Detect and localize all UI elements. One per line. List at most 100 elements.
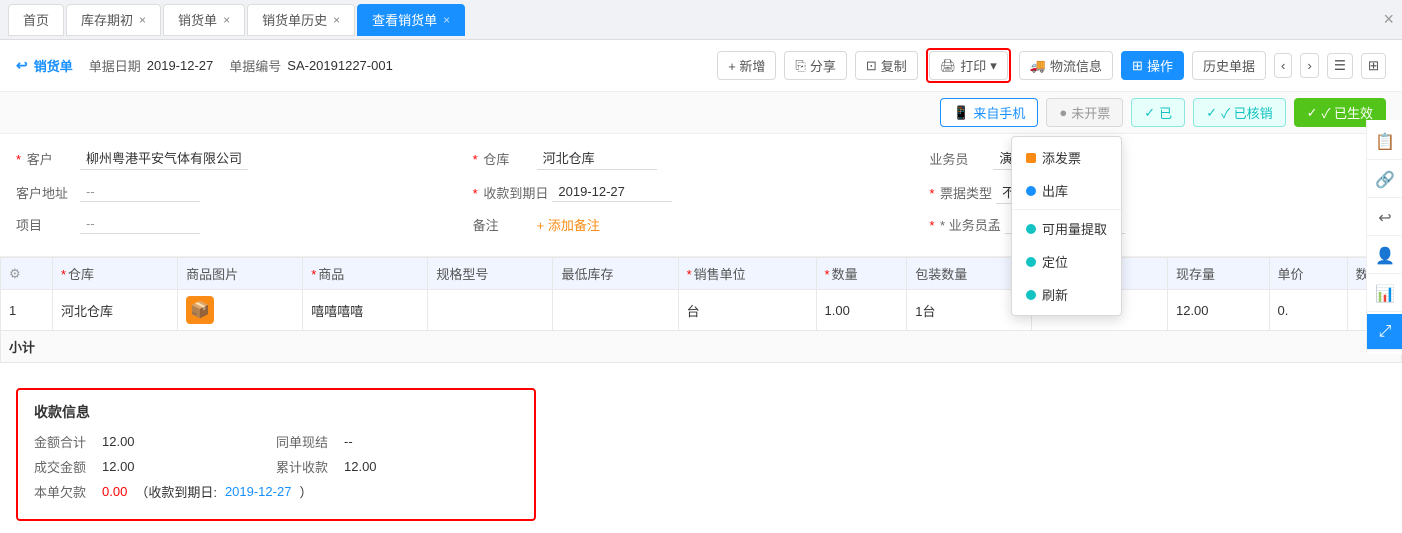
payment-date-field: * 收款到期日 2019-12-27 [473, 182, 930, 202]
not-open-button[interactable]: ● 未开票 [1046, 98, 1123, 127]
outbound-dot [1026, 186, 1036, 196]
locate-item[interactable]: 定位 [1012, 245, 1121, 278]
payment-date-label-text: 收款到期日 [483, 186, 548, 201]
payment-date-value[interactable]: 2019-12-27 [552, 182, 672, 202]
project-value[interactable]: -- [80, 214, 200, 234]
operations-button[interactable]: ⊞ 操作 [1121, 51, 1184, 80]
from-phone-button[interactable]: 📱 来自手机 [940, 98, 1038, 127]
tab-inventory-close[interactable]: × [139, 13, 146, 27]
view-list-button[interactable]: ☰ [1327, 53, 1353, 79]
history-button[interactable]: 历史单据 [1192, 51, 1266, 80]
sidebar-link-icon[interactable]: 🔗 [1367, 162, 1402, 198]
tab-inventory[interactable]: 库存期初 × [66, 4, 161, 36]
payment-row-1: 金额合计 12.00 同单现结 -- [34, 432, 518, 451]
tab-view-sales[interactable]: 查看销货单 × [357, 4, 465, 36]
window-close-button[interactable]: × [1383, 9, 1394, 30]
subtotal-row: 小计 [1, 331, 1402, 363]
tab-history-close[interactable]: × [333, 13, 340, 27]
ticket-label-text: 票据类型 [940, 186, 992, 201]
add-remark-button[interactable]: + 添加备注 [537, 215, 600, 234]
col-price: 单价 [1269, 258, 1347, 290]
warehouse-label-text: 仓库 [483, 152, 509, 167]
locate-label: 定位 [1042, 252, 1068, 271]
dropdown-divider [1012, 209, 1121, 210]
refresh-label: 刷新 [1042, 285, 1068, 304]
table-area: ⚙ *仓库 商品图片 *商品 规格型号 最低库存 *销售单位 *数量 包装数量 … [0, 257, 1402, 376]
col-settings[interactable]: ⚙ [1, 258, 53, 290]
warehouse-value[interactable]: 河北仓库 [537, 146, 657, 170]
same-order-value: -- [344, 434, 353, 449]
payment-note-prefix: （收款到期日: [135, 482, 217, 501]
tab-sales-close[interactable]: × [223, 13, 230, 27]
row-qty: 1.00 [816, 290, 907, 331]
next-button[interactable]: › [1300, 53, 1318, 78]
form-row-2: 客户地址 -- * 收款到期日 2019-12-27 * 票据类型 不开票 [16, 180, 1386, 204]
add-invoice-item[interactable]: 添发票 [1012, 141, 1121, 174]
col-warehouse: *仓库 [52, 258, 177, 290]
payment-info-title: 收款信息 [34, 402, 518, 422]
row-warehouse: 河北仓库 [52, 290, 177, 331]
operations-button-label: 操作 [1147, 56, 1173, 75]
available-qty-label: 可用量提取 [1042, 219, 1107, 238]
operations-dropdown: 添发票 出库 可用量提取 定位 刷新 [1011, 136, 1122, 316]
share-icon: ⎘ [795, 58, 805, 74]
refresh-dot [1026, 290, 1036, 300]
settings-icon[interactable]: ⚙ [9, 266, 21, 281]
current-owe-value: 0.00 [102, 484, 127, 499]
tab-view-sales-close[interactable]: × [443, 13, 450, 27]
sidebar-copy-icon[interactable]: 📋 [1367, 124, 1402, 160]
logistics-button[interactable]: 🚚 物流信息 [1019, 51, 1113, 80]
col-min-stock: 最低库存 [553, 258, 678, 290]
sidebar-chart-icon[interactable]: 📊 [1367, 276, 1402, 312]
doc-title: ↩ 销货单 [16, 56, 73, 75]
view-grid-button[interactable]: ⊞ [1361, 53, 1386, 79]
payment-row-3: 本单欠款 0.00 （收款到期日: 2019-12-27 ） [34, 482, 518, 501]
outbound-item[interactable]: 出库 [1012, 174, 1121, 207]
no-label: 单据编号 [229, 56, 281, 75]
operations-icon: ⊞ [1132, 58, 1143, 74]
sidebar-return-icon[interactable]: ↩ [1367, 200, 1402, 236]
share-button-label: 分享 [810, 56, 836, 75]
right-sidebar: 📋 🔗 ↩ 👤 📊 ⤢ [1366, 120, 1402, 354]
copy-button[interactable]: ⊡ 复制 [855, 51, 918, 80]
tab-home[interactable]: 首页 [8, 4, 64, 36]
confirm-button[interactable]: ✓ 已 [1131, 98, 1185, 127]
share-button[interactable]: ⎘ 分享 [784, 51, 846, 80]
sidebar-expand-icon[interactable]: ⤢ [1367, 314, 1402, 350]
total-label: 金额合计 [34, 432, 94, 451]
col-spec: 规格型号 [428, 258, 553, 290]
col-current-stock: 现存量 [1167, 258, 1269, 290]
customer-value[interactable]: 柳州粤港平安气体有限公司 [80, 146, 248, 170]
deal-amount-label: 成交金额 [34, 457, 94, 476]
accumulated-value: 12.00 [344, 459, 377, 474]
print-highlight-box: 🖨 打印 ▾ [926, 48, 1011, 83]
print-button[interactable]: 🖨 打印 ▾ [929, 51, 1008, 80]
payment-info-box: 收款信息 金额合计 12.00 同单现结 -- 成交金额 12.00 累计收款 … [16, 388, 536, 521]
already-cancelled-button[interactable]: ✓ ✓ 已核销 [1193, 98, 1285, 127]
outbound-label: 出库 [1042, 181, 1068, 200]
same-order-label: 同单现结 [276, 432, 336, 451]
salesman-field: * * 业务员孟 -- [929, 214, 1386, 234]
warehouse-field: * 仓库 河北仓库 [473, 146, 930, 170]
ticket-label: * 票据类型 [929, 183, 992, 202]
payment-note-suffix: ） [299, 482, 312, 501]
print-icon: 🖨 [940, 58, 957, 74]
doc-header: ↩ 销货单 单据日期 2019-12-27 单据编号 SA-20191227-0… [0, 40, 1402, 92]
not-open-label: 未开票 [1071, 103, 1110, 122]
add-invoice-dot [1026, 153, 1036, 163]
print-button-label: 打印 [960, 56, 986, 75]
prev-button[interactable]: ‹ [1274, 53, 1292, 78]
form-area: * 客户 柳州粤港平安气体有限公司 * 仓库 河北仓库 业务员 演示账号 客户地… [0, 134, 1402, 257]
add-invoice-label: 添发票 [1042, 148, 1081, 167]
refresh-item[interactable]: 刷新 [1012, 278, 1121, 311]
row-current-stock: 12.00 [1167, 290, 1269, 331]
customer-label-text: 客户 [27, 152, 53, 167]
address-value[interactable]: -- [80, 182, 200, 202]
tab-sales[interactable]: 销货单 × [163, 4, 245, 36]
sidebar-user-icon[interactable]: 👤 [1367, 238, 1402, 274]
tab-history[interactable]: 销货单历史 × [247, 4, 355, 36]
available-qty-item[interactable]: 可用量提取 [1012, 212, 1121, 245]
toolbar-row: 📱 来自手机 ● 未开票 ✓ 已 ✓ ✓ 已核销 ✓ ✓ 已生效 [0, 92, 1402, 134]
warehouse-label: * 仓库 [473, 149, 533, 168]
new-button[interactable]: + 新增 [717, 51, 776, 80]
